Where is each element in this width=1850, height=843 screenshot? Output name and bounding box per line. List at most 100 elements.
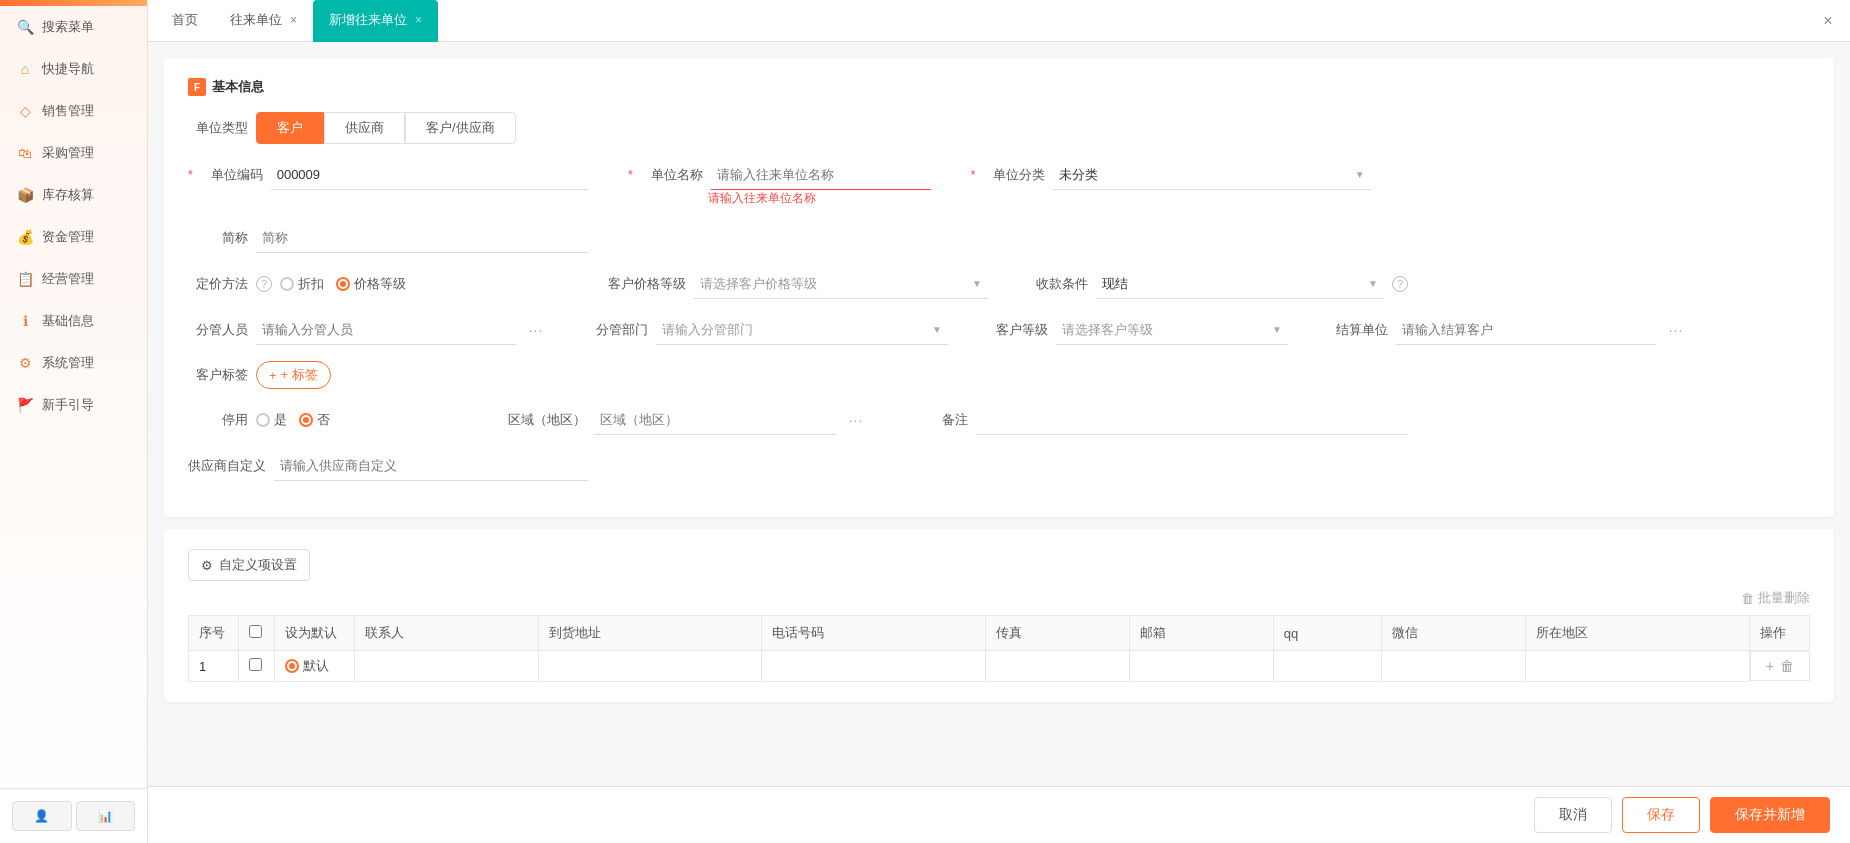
home-icon: ⌂ (16, 60, 34, 78)
manager-field: 分管人员 ··· (188, 315, 548, 345)
disabled-radio-no[interactable]: 否 (299, 411, 330, 429)
code-name-category-row: * 单位编码 * 单位名称 请输入往来单位名称 (188, 160, 1810, 207)
sidebar-item-guide[interactable]: 🚩 新手引导 (0, 384, 147, 426)
unit-category-required: * (971, 168, 976, 182)
sidebar-item-operations[interactable]: 📋 经营管理 (0, 258, 147, 300)
unit-code-label: 单位编码 (203, 166, 263, 184)
tab-home[interactable]: 首页 (156, 0, 214, 42)
tab-partners[interactable]: 往来单位 × (214, 0, 313, 42)
sidebar-item-purchase[interactable]: 🛍 采购管理 (0, 132, 147, 174)
pricing-level-label: 价格等级 (354, 275, 406, 293)
pricing-method-field: 定价方法 ? 折扣 价格等级 (188, 275, 568, 293)
type-btn-customer[interactable]: 客户 (256, 112, 324, 144)
tab-bar: 首页 往来单位 × 新增往来单位 × × (148, 0, 1850, 42)
custom-settings-button[interactable]: ⚙ 自定义项设置 (188, 549, 310, 581)
sidebar-item-inventory[interactable]: 📦 库存核算 (0, 174, 147, 216)
sidebar-item-finance[interactable]: 💰 资金管理 (0, 216, 147, 258)
cell-contact (355, 651, 539, 682)
remark-label: 备注 (908, 411, 968, 429)
sidebar-user-icon[interactable]: 👤 (12, 801, 72, 831)
manager-input[interactable] (256, 315, 516, 345)
payment-terms-help-icon[interactable]: ? (1392, 276, 1408, 292)
disabled-radio-yes[interactable]: 是 (256, 411, 287, 429)
sidebar-item-label: 搜索菜单 (42, 18, 94, 36)
payment-terms-select[interactable]: 现结 ▼ (1096, 269, 1384, 299)
sidebar-item-search[interactable]: 🔍 搜索菜单 (0, 6, 147, 48)
tab-new-partner[interactable]: 新增往来单位 × (313, 0, 438, 42)
unit-category-arrow: ▼ (1355, 169, 1365, 180)
abbr-field: 简称 (188, 223, 588, 253)
save-button[interactable]: 保存 (1622, 797, 1700, 833)
customer-price-field: 客户价格等级 请选择客户价格等级 ▼ (608, 269, 988, 299)
tag-add-button[interactable]: + + 标签 (256, 361, 331, 389)
sidebar-chart-icon[interactable]: 📊 (76, 801, 136, 831)
unit-type-row: 单位类型 客户 供应商 客户/供应商 (188, 112, 1810, 144)
select-all-checkbox[interactable] (249, 625, 262, 638)
dept-select[interactable]: 请输入分管部门 ▼ (656, 315, 948, 345)
col-contact: 联系人 (355, 616, 539, 651)
row-delete-icon[interactable]: 🗑 (1780, 658, 1794, 674)
sidebar-item-label: 快捷导航 (42, 60, 94, 78)
window-close-button[interactable]: × (1814, 7, 1842, 35)
sidebar-item-label: 新手引导 (42, 396, 94, 414)
unit-category-value: 未分类 (1059, 166, 1354, 184)
cell-phone (762, 651, 986, 682)
pricing-radio-discount[interactable]: 折扣 (280, 275, 324, 293)
sidebar-item-basic-info[interactable]: ℹ 基础信息 (0, 300, 147, 342)
region-more-btn[interactable]: ··· (844, 408, 868, 432)
guide-icon: 🚩 (16, 396, 34, 414)
customer-level-arrow: ▼ (1272, 324, 1282, 335)
dept-label: 分管部门 (588, 321, 648, 339)
disabled-no-label: 否 (317, 411, 330, 429)
pricing-radio-level[interactable]: 价格等级 (336, 275, 406, 293)
customer-level-select[interactable]: 请选择客户等级 ▼ (1056, 315, 1288, 345)
cell-fax (985, 651, 1129, 682)
remark-input[interactable] (976, 405, 1408, 435)
table-row: 1 默认 (189, 651, 1810, 682)
supplier-custom-field: 供应商自定义 (188, 451, 588, 481)
type-btn-both[interactable]: 客户/供应商 (405, 112, 516, 144)
tag-add-label: + 标签 (281, 366, 318, 384)
sidebar-item-label: 系统管理 (42, 354, 94, 372)
unit-name-input[interactable] (711, 160, 931, 190)
radio-discount-circle (280, 277, 294, 291)
settlement-more-btn[interactable]: ··· (1664, 318, 1688, 342)
region-label: 区域（地区） (508, 411, 586, 429)
col-default: 设为默认 (275, 616, 355, 651)
operations-icon: 📋 (16, 270, 34, 288)
row-checkbox[interactable] (249, 658, 262, 671)
payment-terms-value: 现结 (1102, 275, 1368, 293)
abbr-input[interactable] (256, 223, 588, 253)
unit-type-label: 单位类型 (188, 119, 248, 137)
customer-price-label: 客户价格等级 (608, 275, 686, 293)
abbr-row: 简称 (188, 223, 1810, 253)
region-input[interactable] (594, 405, 836, 435)
customer-level-label: 客户等级 (988, 321, 1048, 339)
manager-more-btn[interactable]: ··· (524, 318, 548, 342)
tab-new-partner-close[interactable]: × (415, 13, 422, 27)
sidebar-item-quicknav[interactable]: ⌂ 快捷导航 (0, 48, 147, 90)
tab-partners-label: 往来单位 (230, 11, 282, 29)
contact-table: 序号 设为默认 联系人 到货地址 电话号码 传真 邮箱 qq 微信 所在地区 (188, 615, 1810, 682)
sidebar-item-system[interactable]: ⚙ 系统管理 (0, 342, 147, 384)
cell-address (538, 651, 762, 682)
type-btn-supplier[interactable]: 供应商 (324, 112, 405, 144)
unit-code-input[interactable] (271, 160, 588, 190)
col-region: 所在地区 (1526, 616, 1750, 651)
cell-region (1526, 651, 1750, 682)
customer-price-select[interactable]: 请选择客户价格等级 ▼ (694, 269, 988, 299)
unit-category-select[interactable]: 未分类 ▼ (1053, 160, 1370, 190)
cancel-button[interactable]: 取消 (1534, 797, 1612, 833)
section-title-icon: F (188, 78, 206, 96)
tab-partners-close[interactable]: × (290, 13, 297, 27)
batch-delete-label: 批量删除 (1758, 589, 1810, 607)
batch-delete-area[interactable]: 🗑 批量删除 (188, 589, 1810, 607)
pricing-help-icon[interactable]: ? (256, 276, 272, 292)
row-add-icon[interactable]: + (1766, 658, 1774, 674)
save-and-new-button[interactable]: 保存并新增 (1710, 797, 1830, 833)
settlement-input[interactable] (1396, 315, 1656, 345)
default-radio[interactable]: 默认 (285, 657, 344, 675)
disabled-field: 停用 是 否 (188, 411, 468, 429)
sidebar-item-sales[interactable]: ◇ 销售管理 (0, 90, 147, 132)
supplier-custom-input[interactable] (274, 451, 588, 481)
